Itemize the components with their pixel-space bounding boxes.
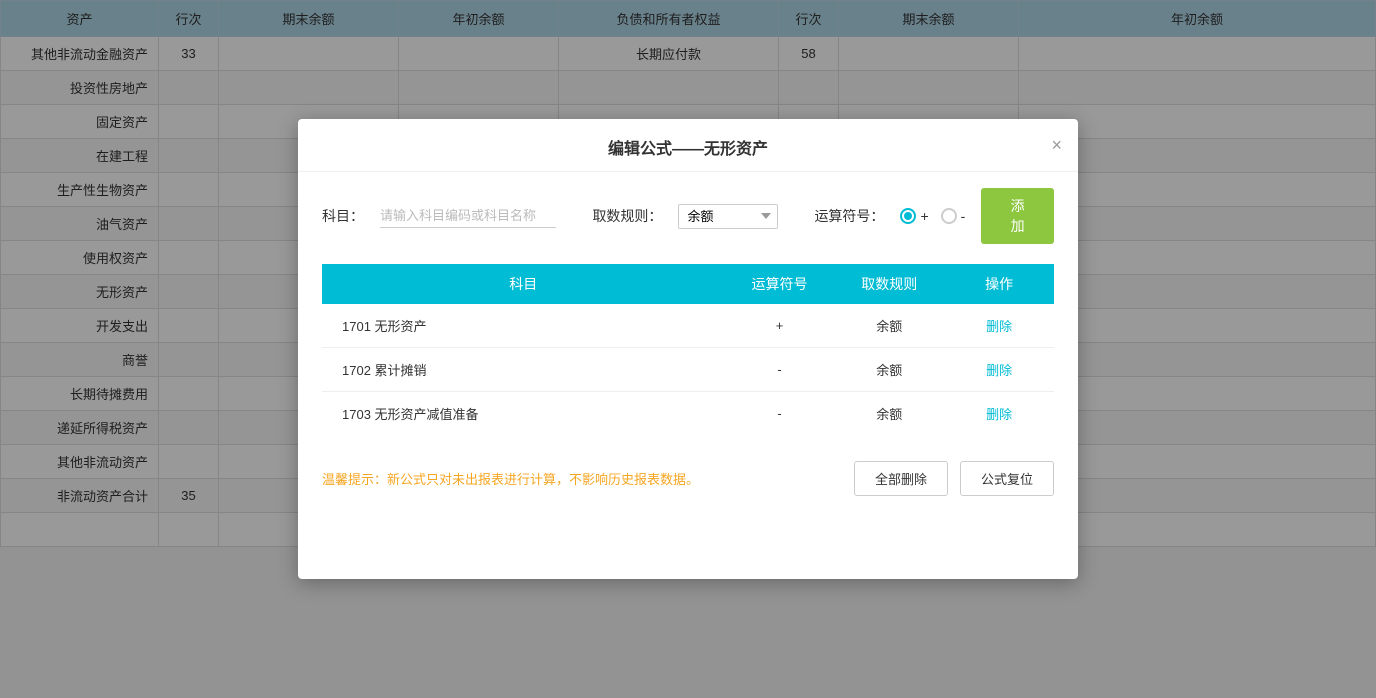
- modal-table-rule: 余额: [834, 392, 944, 436]
- delete-row-link[interactable]: 删除: [986, 319, 1012, 334]
- reset-formula-button[interactable]: 公式复位: [960, 461, 1054, 496]
- rule-label: 取数规则：: [592, 206, 662, 226]
- table-row: 1703 无形资产减值准备-余额 删除: [322, 392, 1054, 436]
- modal-close-button[interactable]: ×: [1051, 136, 1062, 154]
- radio-minus-circle: [941, 208, 957, 224]
- modal-header: 编辑公式——无形资产 ×: [298, 119, 1078, 172]
- radio-minus-label: -: [961, 208, 966, 224]
- subject-input[interactable]: [380, 204, 556, 228]
- table-row: 1701 无形资产+余额 删除: [322, 304, 1054, 348]
- modal-footer: 温馨提示：新公式只对未出报表进行计算，不影响历史报表数据。 全部删除 公式复位: [298, 445, 1078, 500]
- radio-plus-label: +: [920, 208, 928, 224]
- delete-row-link[interactable]: 删除: [986, 363, 1012, 378]
- col-op: 运算符号: [725, 264, 835, 304]
- col-action: 操作: [944, 264, 1054, 304]
- modal-table: 科目 运算符号 取数规则 操作 1701 无形资产+余额删除1702 累计摊销-…: [322, 264, 1054, 435]
- modal-table-wrap: 科目 运算符号 取数规则 操作 1701 无形资产+余额删除1702 累计摊销-…: [298, 264, 1078, 435]
- subject-label: 科目：: [322, 206, 364, 226]
- rule-select-wrap: 余额 借方 贷方 借方发生额 贷方发生额: [678, 204, 778, 229]
- modal-overlay: 编辑公式——无形资产 × 科目： 取数规则： 余额 借方 贷方 借方发生额 贷方…: [0, 0, 1376, 698]
- col-rule: 取数规则: [834, 264, 944, 304]
- radio-plus-circle: [900, 208, 916, 224]
- modal-table-rule: 余额: [834, 348, 944, 392]
- footer-buttons: 全部删除 公式复位: [854, 461, 1054, 496]
- radio-plus[interactable]: +: [900, 208, 928, 224]
- delete-all-button[interactable]: 全部删除: [854, 461, 948, 496]
- modal-table-op: -: [725, 392, 835, 436]
- op-label: 运算符号：: [814, 206, 884, 226]
- radio-group: + -: [900, 208, 965, 224]
- form-row: 科目： 取数规则： 余额 借方 贷方 借方发生额 贷方发生额 运算符号： +: [298, 172, 1078, 260]
- rule-select[interactable]: 余额 借方 贷方 借方发生额 贷方发生额: [678, 204, 778, 229]
- table-row: 1702 累计摊销-余额 删除: [322, 348, 1054, 392]
- footer-hint: 温馨提示：新公式只对未出报表进行计算，不影响历史报表数据。: [322, 469, 699, 488]
- modal-table-rule: 余额: [834, 304, 944, 348]
- modal-table-action: 删除: [944, 392, 1054, 436]
- modal-title: 编辑公式——无形资产: [608, 141, 768, 158]
- col-subject: 科目: [322, 264, 725, 304]
- delete-row-link[interactable]: 删除: [986, 407, 1012, 422]
- modal-dialog: 编辑公式——无形资产 × 科目： 取数规则： 余额 借方 贷方 借方发生额 贷方…: [298, 119, 1078, 579]
- modal-table-subject: 1702 累计摊销: [322, 348, 725, 392]
- radio-minus[interactable]: -: [941, 208, 966, 224]
- modal-table-action: 删除: [944, 304, 1054, 348]
- modal-table-action: 删除: [944, 348, 1054, 392]
- modal-table-subject: 1703 无形资产减值准备: [322, 392, 725, 436]
- add-button[interactable]: 添加: [981, 188, 1054, 244]
- modal-table-subject: 1701 无形资产: [322, 304, 725, 348]
- modal-table-op: +: [725, 304, 835, 348]
- modal-table-op: -: [725, 348, 835, 392]
